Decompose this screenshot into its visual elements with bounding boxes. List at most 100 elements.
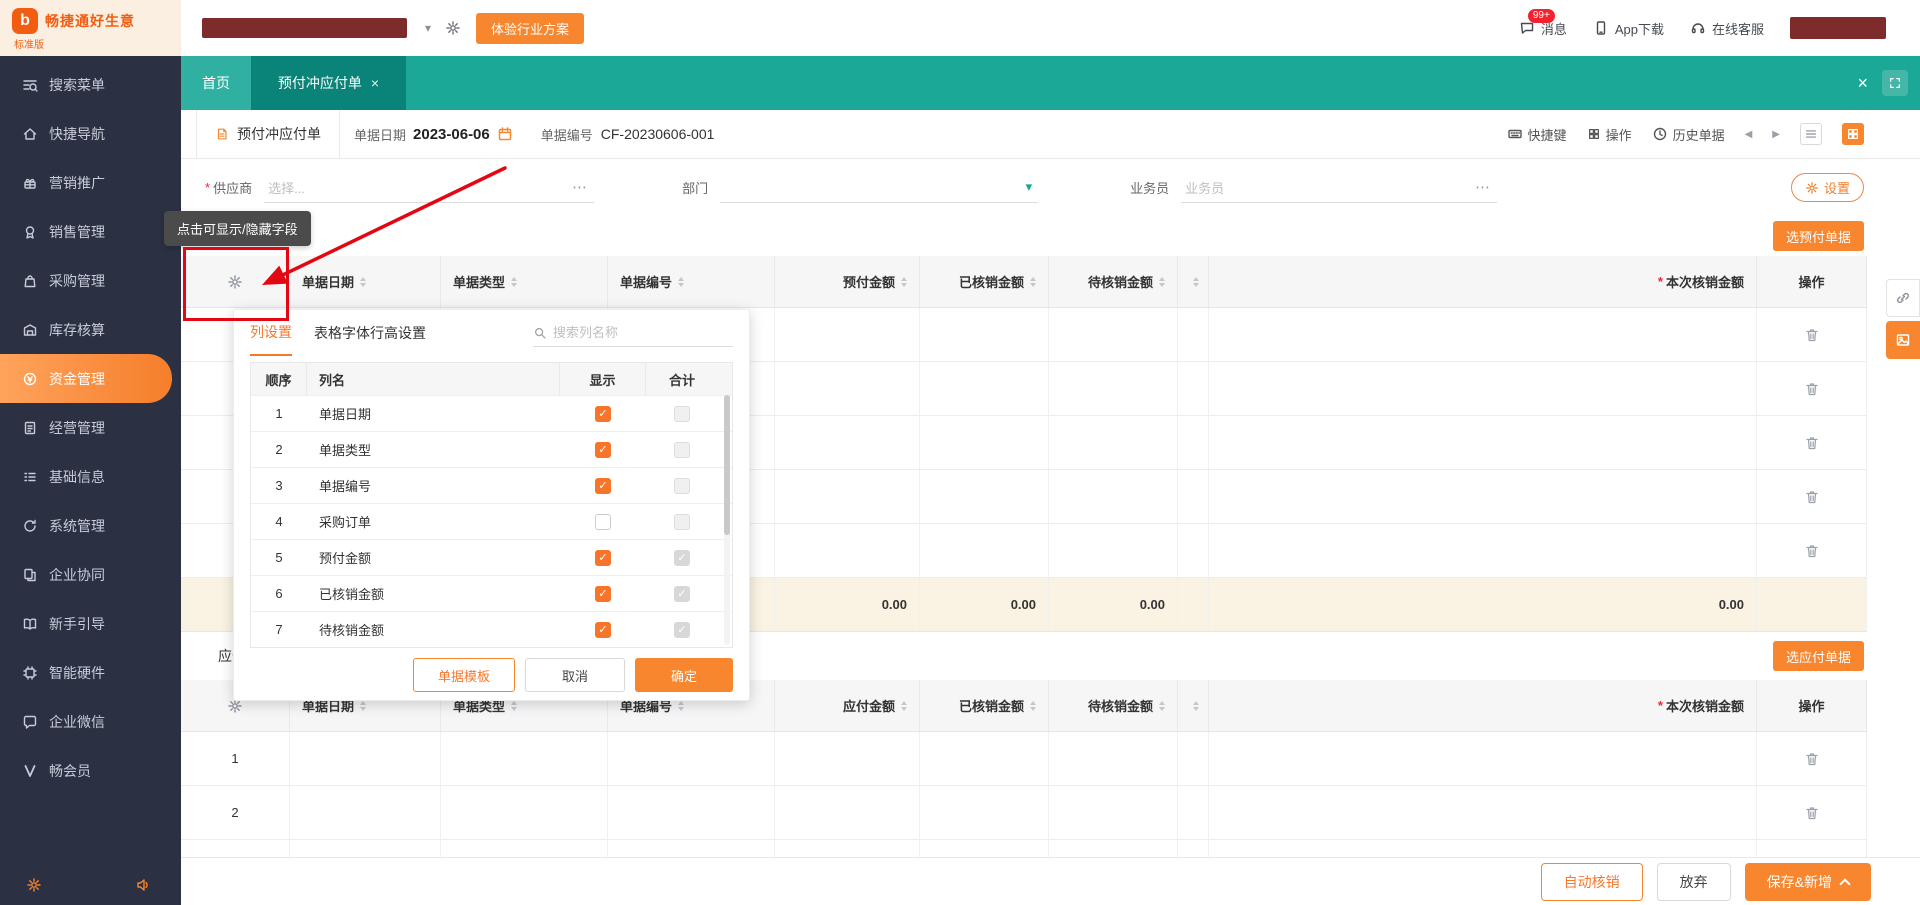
- sort-icon[interactable]: [678, 276, 685, 287]
- tab-font-row-settings[interactable]: 表格字体行高设置: [314, 310, 426, 356]
- sort-icon[interactable]: [360, 276, 367, 287]
- col-header-amount[interactable]: 应付金额: [775, 680, 920, 732]
- operation-menu-button[interactable]: 操作: [1587, 125, 1632, 144]
- settings-gear-icon[interactable]: [26, 877, 42, 893]
- delete-row-icon[interactable]: [1804, 805, 1820, 821]
- total-checkbox[interactable]: [674, 477, 690, 494]
- sidebar-item-bag[interactable]: 采购管理: [0, 256, 181, 305]
- sidebar-item-report[interactable]: 经营管理: [0, 403, 181, 452]
- sidebar-item-system[interactable]: 系统管理: [0, 501, 181, 550]
- doc-date-value[interactable]: 2023-06-06: [413, 126, 490, 143]
- supplier-field[interactable]: 选择... ⋯: [264, 173, 595, 203]
- cancel-button[interactable]: 取消: [525, 658, 625, 692]
- popup-scrollbar[interactable]: [724, 395, 730, 645]
- select-payable-docs-button[interactable]: 选应付单据: [1772, 641, 1864, 671]
- show-checkbox[interactable]: ✓: [595, 621, 611, 638]
- field-settings-button[interactable]: 设置: [1790, 173, 1864, 202]
- sort-icon[interactable]: [1193, 700, 1199, 711]
- total-checkbox[interactable]: [674, 405, 690, 422]
- close-all-tabs-icon[interactable]: ×: [1857, 73, 1868, 94]
- industry-solution-button[interactable]: 体验行业方案: [476, 12, 585, 44]
- col-header-pending[interactable]: 待核销金额: [1049, 680, 1178, 732]
- sort-icon[interactable]: [901, 276, 907, 287]
- show-checkbox[interactable]: [595, 513, 611, 530]
- delete-row-icon[interactable]: [1804, 543, 1820, 559]
- col-header-written-off[interactable]: 已核销金额: [920, 256, 1049, 308]
- topbar-gear-icon[interactable]: [445, 20, 461, 36]
- show-checkbox[interactable]: ✓: [595, 477, 611, 494]
- discard-button[interactable]: 放弃: [1656, 862, 1731, 901]
- salesman-field[interactable]: 业务员 ⋯: [1181, 173, 1498, 203]
- col-header-extra[interactable]: [1178, 680, 1209, 732]
- show-checkbox[interactable]: ✓: [595, 549, 611, 566]
- show-checkbox[interactable]: ✓: [595, 441, 611, 458]
- total-checkbox[interactable]: ✓: [674, 585, 690, 602]
- sidebar-item-home[interactable]: 快捷导航: [0, 109, 181, 158]
- sidebar-item-medal[interactable]: 销售管理: [0, 207, 181, 256]
- sort-icon[interactable]: [1030, 700, 1036, 711]
- shortcut-keys-button[interactable]: 快捷键: [1507, 125, 1567, 144]
- doc-type-tab[interactable]: 预付冲应付单: [196, 109, 340, 159]
- sidebar-item-member[interactable]: 畅会员: [0, 746, 181, 795]
- total-checkbox[interactable]: ✓: [674, 549, 690, 566]
- sidebar-item-menu-search[interactable]: 搜索菜单: [0, 60, 181, 109]
- sort-icon[interactable]: [1030, 276, 1036, 287]
- delete-row-icon[interactable]: [1804, 327, 1820, 343]
- total-checkbox[interactable]: ✓: [674, 621, 690, 638]
- delete-row-icon[interactable]: [1804, 751, 1820, 767]
- total-checkbox[interactable]: [674, 513, 690, 530]
- save-and-new-button[interactable]: 保存&新增: [1744, 862, 1871, 901]
- next-doc-icon[interactable]: ▶: [1772, 129, 1780, 140]
- table-row[interactable]: 1: [181, 732, 1867, 786]
- calendar-icon[interactable]: [497, 126, 513, 142]
- col-header-extra[interactable]: [1178, 256, 1209, 308]
- delete-row-icon[interactable]: [1804, 381, 1820, 397]
- supplier-more-icon[interactable]: ⋯: [572, 178, 588, 196]
- announcement-volume-icon[interactable]: [135, 877, 151, 893]
- show-checkbox[interactable]: ✓: [595, 405, 611, 422]
- sidebar-item-info-list[interactable]: 基础信息: [0, 452, 181, 501]
- prev-doc-icon[interactable]: ◀: [1745, 129, 1753, 140]
- grid-view-toggle[interactable]: [1842, 123, 1864, 145]
- department-field[interactable]: ▾: [720, 173, 1039, 203]
- sort-icon[interactable]: [901, 700, 907, 711]
- messages-button[interactable]: 99+ 消息: [1519, 9, 1567, 38]
- select-prepay-docs-button[interactable]: 选预付单据: [1772, 221, 1864, 251]
- sidebar-item-hardware[interactable]: 智能硬件: [0, 648, 181, 697]
- company-switcher-redacted[interactable]: [202, 18, 407, 38]
- user-account-redacted[interactable]: [1790, 17, 1886, 39]
- delete-row-icon[interactable]: [1804, 435, 1820, 451]
- total-checkbox[interactable]: [674, 441, 690, 458]
- sort-icon[interactable]: [511, 276, 518, 287]
- auto-writeoff-button[interactable]: 自动核销: [1540, 862, 1643, 901]
- show-checkbox[interactable]: ✓: [595, 585, 611, 602]
- doc-template-button[interactable]: 单据模板: [413, 658, 515, 692]
- sidebar-item-gift[interactable]: 营销推广: [0, 158, 181, 207]
- sidebar-item-guide[interactable]: 新手引导: [0, 599, 181, 648]
- online-service-button[interactable]: 在线客服: [1690, 19, 1764, 38]
- sidebar-item-warehouse[interactable]: 库存核算: [0, 305, 181, 354]
- sort-icon[interactable]: [1159, 276, 1165, 287]
- app-download-button[interactable]: App下载: [1593, 19, 1664, 38]
- sidebar-item-coins[interactable]: 资金管理: [0, 354, 172, 403]
- col-header-written-off[interactable]: 已核销金额: [920, 680, 1049, 732]
- col-header-pending[interactable]: 待核销金额: [1049, 256, 1178, 308]
- sort-icon[interactable]: [1193, 276, 1199, 287]
- scrollbar-thumb[interactable]: [724, 395, 730, 535]
- list-view-toggle[interactable]: [1800, 123, 1822, 145]
- chevron-down-icon[interactable]: ▾: [425, 21, 431, 35]
- confirm-button[interactable]: 确定: [635, 658, 733, 692]
- image-drawer-button[interactable]: [1886, 321, 1920, 359]
- tab-close-icon[interactable]: ×: [371, 75, 379, 91]
- department-chevron-down-icon[interactable]: ▾: [1026, 179, 1033, 195]
- sort-icon[interactable]: [1159, 700, 1165, 711]
- fullscreen-icon[interactable]: [1882, 70, 1908, 96]
- sidebar-item-wechat[interactable]: 企业微信: [0, 697, 181, 746]
- col-header-date[interactable]: 单据日期: [290, 256, 441, 308]
- delete-row-icon[interactable]: [1804, 489, 1820, 505]
- sidebar-item-collab[interactable]: 企业协同: [0, 550, 181, 599]
- salesman-more-icon[interactable]: ⋯: [1475, 178, 1491, 196]
- col-header-type[interactable]: 单据类型: [441, 256, 608, 308]
- tab-home[interactable]: 首页: [181, 56, 251, 110]
- link-drawer-button[interactable]: [1886, 279, 1920, 317]
